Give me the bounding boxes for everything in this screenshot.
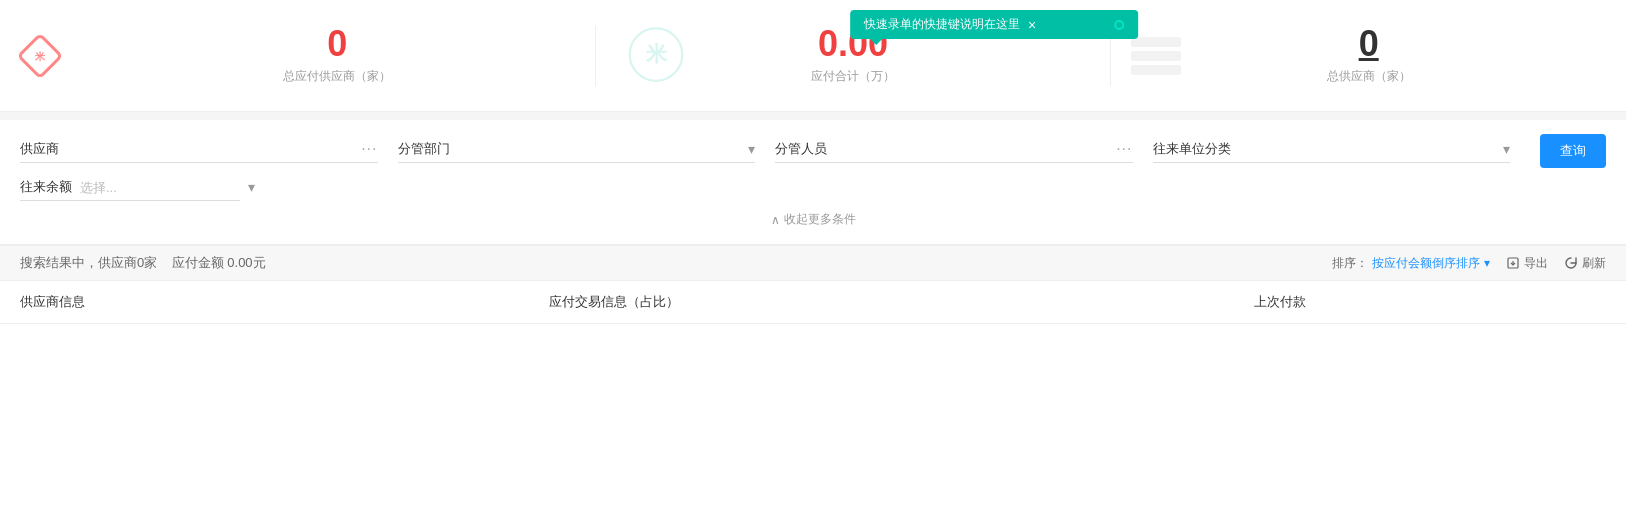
- stat-label-payable: 总应付供应商（家）: [283, 68, 391, 85]
- stat-number-payable: 0: [327, 26, 347, 62]
- filter-balance: 往来余额 ▾: [20, 178, 240, 201]
- export-icon: [1506, 256, 1520, 270]
- filter-row-1: 供应商 ··· 分管部门 ▾ 分管人员 ··· 往来单位分类 ▾ 查询: [20, 134, 1606, 168]
- supplier-dots-button[interactable]: ···: [361, 140, 377, 158]
- col-supplier-label: 供应商信息: [20, 294, 85, 309]
- filter-row-2: 往来余额 ▾: [20, 178, 1606, 201]
- unit-class-dropdown-icon[interactable]: ▾: [1503, 141, 1510, 157]
- result-info: 搜索结果中，供应商0家 应付金额 0.00元: [20, 254, 266, 272]
- export-button[interactable]: 导出: [1506, 255, 1548, 272]
- supplier-input[interactable]: [67, 141, 361, 156]
- stats-section: 米 0 总应付供应商（家） 米 0.00 应付合计（万） 快速录单的快捷键说明在…: [0, 0, 1626, 112]
- sort-label: 排序：: [1332, 255, 1368, 272]
- svg-text:米: 米: [644, 41, 667, 64]
- sort-value: 按应付会额倒序排序: [1372, 255, 1480, 272]
- filter-department: 分管部门 ▾: [398, 140, 756, 163]
- sort-select-button[interactable]: 按应付会额倒序排序 ▾: [1372, 255, 1490, 272]
- table-col-supplier-info: 供应商信息: [20, 293, 549, 311]
- result-actions: 排序： 按应付会额倒序排序 ▾ 导出 刷新: [1332, 255, 1606, 272]
- sort-control: 排序： 按应付会额倒序排序 ▾: [1332, 255, 1490, 272]
- refresh-icon: [1564, 256, 1578, 270]
- refresh-button[interactable]: 刷新: [1564, 255, 1606, 272]
- manager-dots-button[interactable]: ···: [1116, 140, 1132, 158]
- col-transaction-label: 应付交易信息（占比）: [549, 294, 679, 309]
- tooltip-text: 快速录单的快捷键说明在这里: [864, 16, 1020, 33]
- result-amount: 应付金额 0.00元: [172, 255, 266, 270]
- collapse-button[interactable]: ∧ 收起更多条件: [771, 211, 856, 228]
- export-label: 导出: [1524, 255, 1548, 272]
- stat-label-total: 应付合计（万）: [811, 68, 895, 85]
- manager-label: 分管人员: [775, 140, 827, 158]
- search-button[interactable]: 查询: [1540, 134, 1606, 168]
- stat-payable-total: 米 0.00 应付合计（万） 快速录单的快捷键说明在这里 ×: [596, 16, 1111, 95]
- filter-unit-class: 往来单位分类 ▾: [1153, 140, 1511, 163]
- collapse-icon: ∧: [771, 213, 780, 227]
- tooltip-bubble: 快速录单的快捷键说明在这里 ×: [850, 10, 1138, 39]
- col-last-payment-label: 上次付款: [1254, 294, 1306, 309]
- sort-dropdown-icon: ▾: [1484, 256, 1490, 270]
- refresh-label: 刷新: [1582, 255, 1606, 272]
- filter-manager: 分管人员 ···: [775, 140, 1133, 163]
- filter-supplier: 供应商 ···: [20, 140, 378, 163]
- diamond-icon: 米: [15, 31, 65, 81]
- stat-number-suppliers: 0: [1359, 26, 1379, 62]
- department-label: 分管部门: [398, 140, 450, 158]
- table-header: 供应商信息 应付交易信息（占比） 上次付款: [0, 281, 1626, 324]
- table-col-transaction: 应付交易信息（占比）: [549, 293, 1254, 311]
- table-body: [0, 324, 1626, 515]
- svg-text:米: 米: [34, 51, 46, 62]
- unit-class-label: 往来单位分类: [1153, 140, 1231, 158]
- tooltip-dot: [1114, 20, 1124, 30]
- unit-class-input[interactable]: [1239, 141, 1504, 156]
- result-bar: 搜索结果中，供应商0家 应付金额 0.00元 排序： 按应付会额倒序排序 ▾ 导…: [0, 245, 1626, 281]
- collapse-label: 收起更多条件: [784, 211, 856, 228]
- stat-total-payable-suppliers: 0 总应付供应商（家）: [80, 16, 595, 95]
- filter-section: 供应商 ··· 分管部门 ▾ 分管人员 ··· 往来单位分类 ▾ 查询 往来余额: [0, 120, 1626, 245]
- supplier-label: 供应商: [20, 140, 59, 158]
- manager-input[interactable]: [835, 141, 1116, 156]
- stat-label-suppliers: 总供应商（家）: [1327, 68, 1411, 85]
- table-col-last-payment: 上次付款: [1254, 293, 1606, 311]
- balance-input[interactable]: [80, 180, 248, 195]
- balance-label: 往来余额: [20, 178, 72, 196]
- department-input[interactable]: [458, 141, 749, 156]
- result-supplier-count: 搜索结果中，供应商0家: [20, 255, 157, 270]
- department-dropdown-icon[interactable]: ▾: [748, 141, 755, 157]
- money-icon-bg: 米: [626, 24, 686, 84]
- stat-total-suppliers: 0 总供应商（家）: [1111, 16, 1626, 95]
- balance-dropdown-icon[interactable]: ▾: [248, 179, 255, 195]
- tooltip-close-button[interactable]: ×: [1028, 17, 1036, 33]
